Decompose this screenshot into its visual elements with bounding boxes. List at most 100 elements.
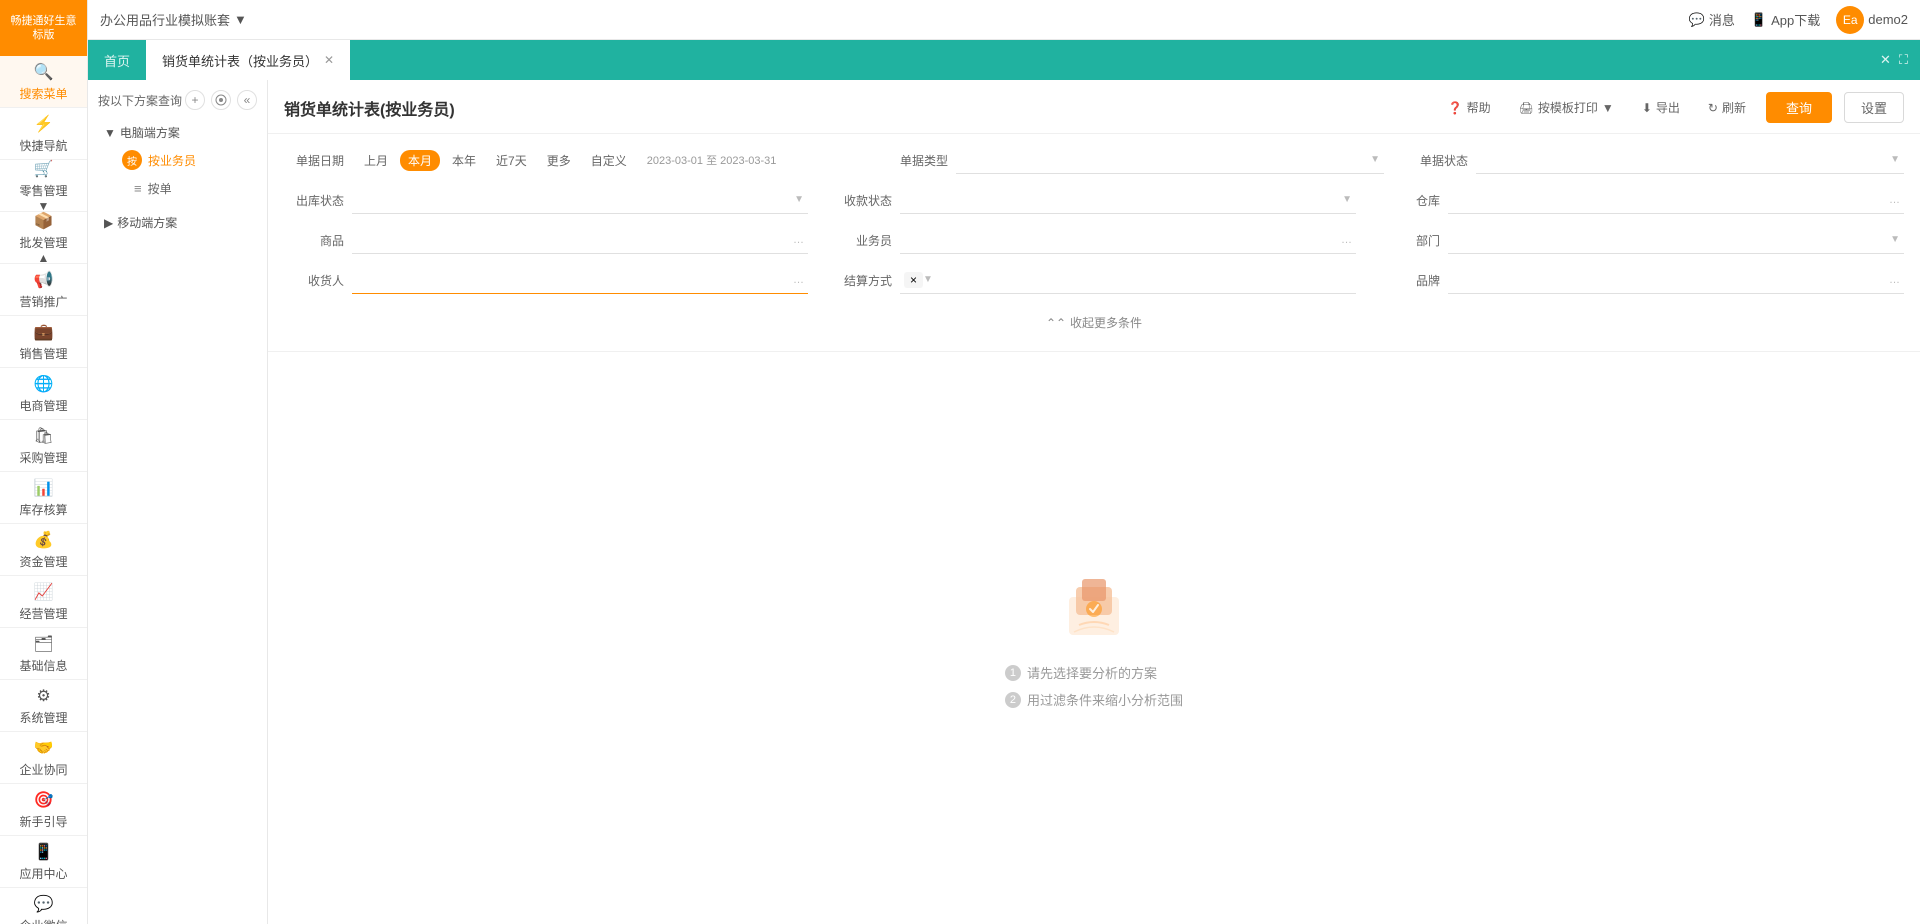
product-control[interactable]: …: [352, 226, 808, 254]
sidebar-item-ecommerce[interactable]: 🌐 电商管理: [0, 368, 87, 420]
add-scheme-btn[interactable]: +: [185, 90, 205, 110]
salesperson-more[interactable]: …: [1341, 234, 1352, 246]
topbar-left: 办公用品行业模拟账套 ▼: [100, 10, 247, 29]
sidebar: 畅捷通好生意 标版 🔍 搜索菜单 ⚡ 快捷导航 🛒 零售管理 ▼ 📦 批发管理 …: [0, 0, 88, 924]
user-menu[interactable]: Ea demo2: [1836, 6, 1908, 34]
date-btn-lastmonth[interactable]: 上月: [356, 150, 396, 171]
edit-scheme-btn[interactable]: [211, 90, 231, 110]
date-btn-7days[interactable]: 近7天: [488, 150, 535, 171]
sidebar-item-inventory[interactable]: 📊 库存核算: [0, 472, 87, 524]
date-btn-thisyear[interactable]: 本年: [444, 150, 484, 171]
logo-subtext: 标版: [33, 28, 55, 42]
outbound-control[interactable]: ▼: [352, 186, 808, 214]
sidebar-item-search[interactable]: 🔍 搜索菜单: [0, 56, 87, 108]
minimize-icon[interactable]: ✕: [1880, 52, 1891, 68]
scheme-parent-mobile[interactable]: ▶ 移动端方案: [98, 210, 257, 235]
sidebar-item-finance[interactable]: 💰 资金管理: [0, 524, 87, 576]
message-btn[interactable]: 💬 消息: [1689, 10, 1735, 29]
order-status-control[interactable]: ▼: [1476, 146, 1904, 174]
date-btn-thismonth[interactable]: 本月: [400, 150, 440, 171]
tab-sales-stats[interactable]: 销货单统计表（按业务员） ✕: [146, 40, 350, 80]
settings-btn[interactable]: 设置: [1844, 92, 1904, 123]
wholesale-arrow: ▲: [38, 251, 50, 265]
scheme-child-order[interactable]: ≡ 按单: [98, 175, 257, 202]
query-btn[interactable]: 查询: [1766, 92, 1832, 123]
refresh-btn[interactable]: ↻ 刷新: [1700, 95, 1754, 120]
order-type-control[interactable]: ▼: [956, 146, 1384, 174]
order-type-label: 单据类型: [888, 152, 956, 169]
scheme-active-dot: 按: [122, 150, 142, 170]
collapse-filters-btn[interactable]: ⌃⌃ 收起更多条件: [284, 306, 1904, 339]
scheme-parent-pc[interactable]: ▼ 电脑端方案: [98, 120, 257, 145]
warehouse-control[interactable]: …: [1448, 186, 1904, 214]
logo-text: 畅捷通好生意: [11, 14, 77, 28]
app-name-dropdown[interactable]: 办公用品行业模拟账套 ▼: [100, 10, 247, 29]
sidebar-item-search-label: 搜索菜单: [19, 85, 67, 102]
salesperson-control[interactable]: …: [900, 226, 1356, 254]
product-more[interactable]: …: [793, 234, 804, 246]
template-print-btn[interactable]: 🖨 按模板打印 ▼: [1511, 95, 1622, 120]
content-area: 按以下方案查询 + « ▼ 电脑端方案: [88, 80, 1920, 924]
collapse-panel-btn[interactable]: «: [237, 90, 257, 110]
sidebar-item-sales[interactable]: 💼 销售管理: [0, 316, 87, 368]
tab-window-controls: ✕ ⛶: [1880, 52, 1920, 68]
export-btn[interactable]: ⬇ 导出: [1634, 95, 1688, 120]
tab-home[interactable]: 首页: [88, 40, 146, 80]
empty-tips: 1 请先选择要分析的方案 2 用过滤条件来缩小分析范围: [1005, 663, 1183, 709]
sidebar-item-system[interactable]: ⚙ 系统管理: [0, 680, 87, 732]
sales-icon: 💼: [34, 322, 54, 342]
date-range-text: 2023-03-01 至 2023-03-31: [647, 152, 777, 168]
consignee-input[interactable]: [356, 271, 793, 289]
department-control[interactable]: ▼: [1448, 226, 1904, 254]
brand-control[interactable]: …: [1448, 266, 1904, 294]
sidebar-item-operations[interactable]: 📈 经营管理: [0, 576, 87, 628]
app-name-text: 办公用品行业模拟账套: [100, 10, 230, 29]
retail-icon: 🛒: [34, 159, 54, 179]
department-arrow: ▼: [1890, 234, 1900, 245]
sidebar-item-purchase[interactable]: 🛍 采购管理: [0, 420, 87, 472]
scheme-parent-mobile-label: 移动端方案: [117, 214, 177, 231]
settlement-tag-close[interactable]: ×: [910, 273, 917, 287]
finance-icon: 💰: [34, 530, 54, 550]
payment-arrow: ▼: [1342, 194, 1352, 205]
maximize-icon[interactable]: ⛶: [1899, 52, 1908, 68]
app-download-btn[interactable]: 📱 App下载: [1751, 10, 1820, 29]
refresh-icon: ↻: [1708, 101, 1718, 115]
help-btn[interactable]: ❓ 帮助: [1440, 95, 1499, 120]
consignee-more[interactable]: …: [793, 274, 804, 286]
sidebar-item-enterprise[interactable]: 🤝 企业协同: [0, 732, 87, 784]
left-panel-header: 按以下方案查询 + «: [88, 80, 267, 116]
warehouse-label: 仓库: [1380, 192, 1448, 209]
sidebar-item-retail-label: 零售管理: [19, 182, 67, 199]
settlement-control[interactable]: × ▼: [900, 266, 1356, 294]
sidebar-item-quicknav[interactable]: ⚡ 快捷导航: [0, 108, 87, 160]
collapse-up-icon: ⌃⌃: [1046, 316, 1066, 330]
warehouse-more[interactable]: …: [1889, 194, 1900, 206]
order-icon: ≡: [134, 181, 142, 196]
consignee-control[interactable]: …: [352, 266, 808, 294]
sidebar-item-newuser[interactable]: 🎯 新手引导: [0, 784, 87, 836]
sidebar-item-appcenter[interactable]: 📱 应用中心: [0, 836, 87, 888]
scheme-child-salesperson[interactable]: 按 按业务员: [98, 145, 257, 175]
date-btn-more[interactable]: 更多: [539, 150, 579, 171]
sidebar-item-marketing[interactable]: 📢 营销推广: [0, 264, 87, 316]
salesperson-label: 业务员: [832, 232, 900, 249]
payment-control[interactable]: ▼: [900, 186, 1356, 214]
avatar: Ea: [1836, 6, 1864, 34]
help-icon: ❓: [1448, 101, 1463, 115]
sidebar-item-wechat[interactable]: 💬 企业微信: [0, 888, 87, 924]
scheme-child-salesperson-label: 按业务员: [148, 152, 196, 169]
tab-close-icon[interactable]: ✕: [324, 53, 334, 67]
date-btn-custom[interactable]: 自定义: [583, 150, 635, 171]
sidebar-item-newuser-label: 新手引导: [19, 813, 67, 830]
sidebar-item-wholesale[interactable]: 📦 批发管理 ▲: [0, 212, 87, 264]
filter-row-3: 商品 … 业务员 … 部门 ▼: [284, 226, 1904, 254]
message-label: 消息: [1709, 10, 1735, 29]
filter-area: 单据日期 上月 本月 本年 近7天 更多 自定义 2023-03-01 至 20…: [268, 134, 1920, 352]
sidebar-item-basic[interactable]: 🗂 基础信息: [0, 628, 87, 680]
search-icon: 🔍: [34, 62, 54, 82]
sidebar-item-retail[interactable]: 🛒 零售管理 ▼: [0, 160, 87, 212]
date-options: 上月 本月 本年 近7天 更多 自定义 2023-03-01 至 2023-03…: [356, 150, 776, 171]
page-header: 销货单统计表(按业务员) ❓ 帮助 🖨 按模板打印 ▼ ⬇ 导出: [268, 80, 1920, 134]
brand-more[interactable]: …: [1889, 274, 1900, 286]
